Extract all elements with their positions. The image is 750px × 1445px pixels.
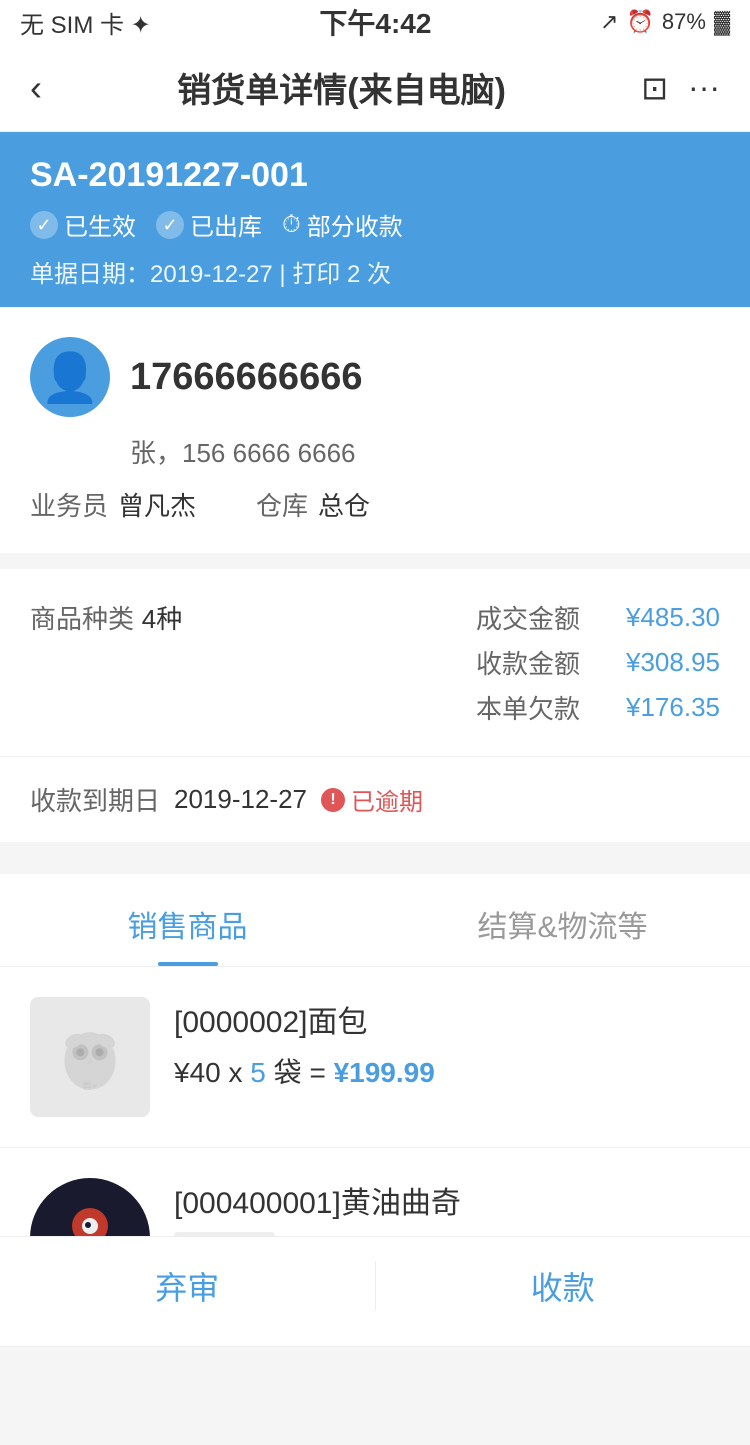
back-button[interactable]: ‹ xyxy=(30,67,42,109)
overdue-label: 已逾期 xyxy=(351,782,423,817)
divider-2 xyxy=(0,842,750,858)
status-shipped-label: 已出库 xyxy=(190,207,262,242)
warehouse-value: 总仓 xyxy=(318,486,370,523)
due-label: 收款到期日 xyxy=(30,781,160,818)
overdue-badge: ! 已逾期 xyxy=(321,782,423,817)
status-bar: 无 SIM 卡 ✦ 下午4:42 ↗ ⏰ 87% ▓ xyxy=(0,0,750,44)
tab-settlement[interactable]: 结算&物流等 xyxy=(375,874,750,966)
product-price-1: ¥40 x 5 袋 = ¥199.99 xyxy=(174,1051,720,1091)
tabs-section: 销售商品 结算&物流等 xyxy=(0,874,750,967)
price-unit-1: 袋 xyxy=(274,1057,302,1088)
divider-1 xyxy=(0,553,750,569)
due-date-value: 2019-12-27 xyxy=(174,784,307,815)
clock-icon xyxy=(282,211,301,239)
signal-text: 无 SIM 卡 ✦ xyxy=(20,5,151,40)
order-date: 单据日期：2019-12-27 | 打印 2 次 xyxy=(30,254,720,289)
summary-right: 成交金额 ¥485.30 收款金额 ¥308.95 本单欠款 ¥176.35 xyxy=(476,599,720,726)
table-row: 兽+ [0000002]面包 ¥40 x 5 袋 = ¥199.99 xyxy=(0,967,750,1148)
product-name-2: [000400001]黄油曲奇 xyxy=(174,1178,720,1222)
share-icon[interactable]: ⊡ xyxy=(641,69,668,107)
customer-id: 17666666666 xyxy=(130,356,362,399)
header-banner: SA-20191227-001 已生效 已出库 部分收款 单据日期：2019-1… xyxy=(0,132,750,307)
customer-sub: 张，156 6666 6666 xyxy=(130,433,720,470)
battery-icon: ▓ xyxy=(714,9,730,35)
status-effected: 已生效 xyxy=(30,207,136,242)
product-name-1: [0000002]面包 xyxy=(174,997,720,1041)
status-badges: 已生效 已出库 部分收款 xyxy=(30,207,720,242)
product-thumb-1: 兽+ xyxy=(30,997,150,1117)
summary-grid: 商品种类 4种 成交金额 ¥485.30 收款金额 ¥308.95 本单欠款 ¥… xyxy=(30,599,720,726)
nav-actions: ⊡ ··· xyxy=(641,69,720,107)
due-section: 收款到期日 2019-12-27 ! 已逾期 xyxy=(0,756,750,842)
salesperson-item: 业务员 曾凡杰 xyxy=(30,486,196,523)
overdue-dot-icon: ! xyxy=(321,788,345,812)
amount-row: 成交金额 ¥485.30 xyxy=(476,599,720,636)
received-row: 收款金额 ¥308.95 xyxy=(476,644,720,681)
avatar-icon: 👤 xyxy=(40,349,100,406)
owed-value: ¥176.35 xyxy=(600,692,720,723)
types-label: 商品种类 xyxy=(30,604,134,634)
avatar: 👤 xyxy=(30,337,110,417)
more-icon[interactable]: ··· xyxy=(688,69,720,106)
amount-value: ¥485.30 xyxy=(600,602,720,633)
warehouse-label: 仓库 xyxy=(256,486,308,523)
nav-bar: ‹ 销货单详情(来自电脑) ⊡ ··· xyxy=(0,44,750,132)
price-total-1: ¥199.99 xyxy=(334,1057,435,1088)
warehouse-item: 仓库 总仓 xyxy=(256,486,370,523)
product-info-1: [0000002]面包 ¥40 x 5 袋 = ¥199.99 xyxy=(174,997,720,1117)
customer-meta: 业务员 曾凡杰 仓库 总仓 xyxy=(30,486,720,523)
alarm-icon: ⏰ xyxy=(626,9,653,35)
owed-row: 本单欠款 ¥176.35 xyxy=(476,689,720,726)
price-eq-1: = xyxy=(309,1057,333,1088)
order-id: SA-20191227-001 xyxy=(30,156,720,195)
owl-icon: 兽+ xyxy=(50,1017,130,1097)
battery-text: 87% xyxy=(662,9,706,35)
collect-button[interactable]: 收款 xyxy=(376,1237,750,1334)
product-types: 商品种类 4种 xyxy=(30,599,182,636)
reject-button[interactable]: 弃审 xyxy=(0,1237,375,1334)
page-title: 销货单详情(来自电脑) xyxy=(177,63,506,112)
status-right: ↗ ⏰ 87% ▓ xyxy=(600,9,730,35)
status-time: 下午4:42 xyxy=(319,2,431,42)
status-left: 无 SIM 卡 ✦ xyxy=(20,5,151,40)
salesperson-value: 曾凡杰 xyxy=(118,486,196,523)
check-icon xyxy=(30,210,58,239)
amount-label: 成交金额 xyxy=(476,599,580,636)
tab-sales[interactable]: 销售商品 xyxy=(0,874,375,966)
status-partial: 部分收款 xyxy=(282,207,403,242)
customer-section: 👤 17666666666 张，156 6666 6666 业务员 曾凡杰 仓库… xyxy=(0,307,750,553)
owed-label: 本单欠款 xyxy=(476,689,580,726)
status-partial-label: 部分收款 xyxy=(307,207,403,242)
status-shipped: 已出库 xyxy=(156,207,262,242)
bottom-bar: 弃审 收款 xyxy=(0,1236,750,1334)
price-x-1: x xyxy=(229,1057,251,1088)
tabs-row: 销售商品 结算&物流等 xyxy=(0,874,750,967)
location-icon: ↗ xyxy=(600,9,618,35)
salesperson-label: 业务员 xyxy=(30,486,108,523)
price-base-1: ¥40 xyxy=(174,1057,221,1088)
types-value-num: 4种 xyxy=(142,604,182,634)
svg-text:兽+: 兽+ xyxy=(82,1080,98,1092)
status-effected-label: 已生效 xyxy=(64,207,136,242)
summary-left: 商品种类 4种 xyxy=(30,599,182,726)
price-qty-1: 5 xyxy=(250,1057,266,1088)
check-icon-2 xyxy=(156,210,184,239)
tab-sales-label: 销售商品 xyxy=(128,911,248,944)
customer-row: 👤 17666666666 xyxy=(30,337,720,417)
summary-section: 商品种类 4种 成交金额 ¥485.30 收款金额 ¥308.95 本单欠款 ¥… xyxy=(0,569,750,756)
received-value: ¥308.95 xyxy=(600,647,720,678)
tab-settlement-label: 结算&物流等 xyxy=(477,911,647,944)
received-label: 收款金额 xyxy=(476,644,580,681)
